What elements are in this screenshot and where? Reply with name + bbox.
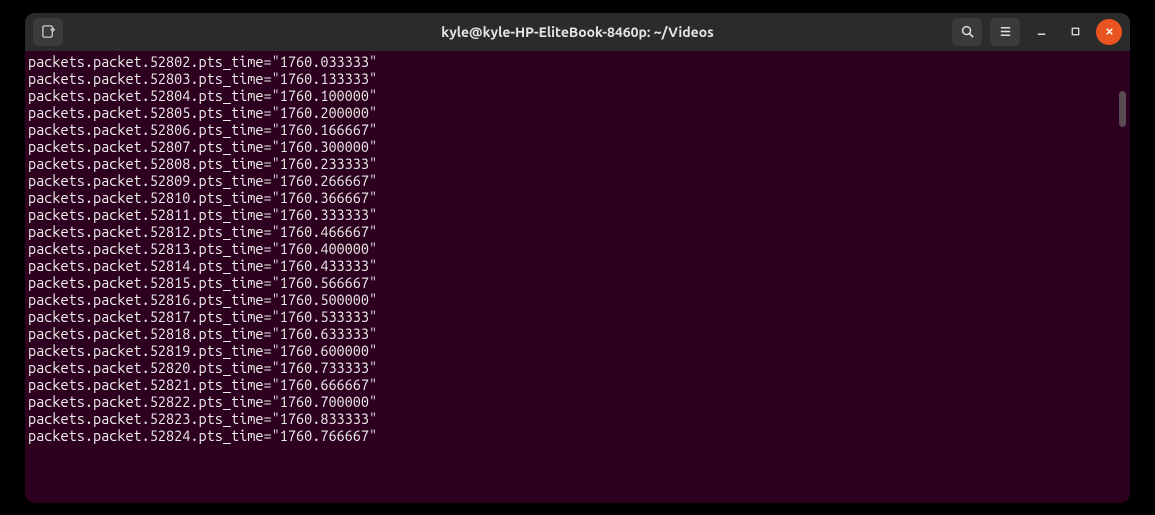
- terminal-line: packets.packet.52821.pts_time="1760.6666…: [28, 376, 1130, 393]
- terminal-line: packets.packet.52810.pts_time="1760.3666…: [28, 189, 1130, 206]
- menu-button[interactable]: [990, 18, 1020, 46]
- terminal-line: packets.packet.52824.pts_time="1760.7666…: [28, 427, 1130, 444]
- terminal-line: packets.packet.52823.pts_time="1760.8333…: [28, 410, 1130, 427]
- search-button[interactable]: [952, 18, 982, 46]
- terminal-line: packets.packet.52819.pts_time="1760.6000…: [28, 342, 1130, 359]
- close-icon: [1104, 26, 1115, 37]
- new-tab-button[interactable]: [33, 18, 63, 46]
- terminal-line: packets.packet.52811.pts_time="1760.3333…: [28, 206, 1130, 223]
- titlebar: kyle@kyle-HP-EliteBook-8460p: ~/Videos: [25, 13, 1130, 51]
- terminal-line: packets.packet.52804.pts_time="1760.1000…: [28, 87, 1130, 104]
- minimize-button[interactable]: [1028, 19, 1054, 45]
- terminal-line: packets.packet.52806.pts_time="1760.1666…: [28, 121, 1130, 138]
- titlebar-left: [33, 18, 63, 46]
- terminal-output: packets.packet.52802.pts_time="1760.0333…: [28, 53, 1130, 444]
- maximize-icon: [1070, 26, 1081, 37]
- terminal-line: packets.packet.52802.pts_time="1760.0333…: [28, 53, 1130, 70]
- terminal-line: packets.packet.52818.pts_time="1760.6333…: [28, 325, 1130, 342]
- terminal-line: packets.packet.52816.pts_time="1760.5000…: [28, 291, 1130, 308]
- new-tab-icon: [41, 24, 56, 39]
- terminal-line: packets.packet.52813.pts_time="1760.4000…: [28, 240, 1130, 257]
- terminal-line: packets.packet.52803.pts_time="1760.1333…: [28, 70, 1130, 87]
- hamburger-icon: [998, 24, 1013, 39]
- close-button[interactable]: [1096, 19, 1122, 45]
- terminal-line: packets.packet.52817.pts_time="1760.5333…: [28, 308, 1130, 325]
- terminal-line: packets.packet.52807.pts_time="1760.3000…: [28, 138, 1130, 155]
- search-icon: [960, 24, 975, 39]
- terminal-line: packets.packet.52812.pts_time="1760.4666…: [28, 223, 1130, 240]
- terminal-body[interactable]: packets.packet.52802.pts_time="1760.0333…: [25, 51, 1130, 503]
- minimize-icon: [1036, 26, 1047, 37]
- terminal-window: kyle@kyle-HP-EliteBook-8460p: ~/Videos: [25, 13, 1130, 503]
- terminal-line: packets.packet.52820.pts_time="1760.7333…: [28, 359, 1130, 376]
- terminal-line: packets.packet.52815.pts_time="1760.5666…: [28, 274, 1130, 291]
- terminal-line: packets.packet.52822.pts_time="1760.7000…: [28, 393, 1130, 410]
- terminal-line: packets.packet.52805.pts_time="1760.2000…: [28, 104, 1130, 121]
- maximize-button[interactable]: [1062, 19, 1088, 45]
- terminal-line: packets.packet.52814.pts_time="1760.4333…: [28, 257, 1130, 274]
- titlebar-right: [952, 18, 1122, 46]
- terminal-line: packets.packet.52808.pts_time="1760.2333…: [28, 155, 1130, 172]
- terminal-line: packets.packet.52809.pts_time="1760.2666…: [28, 172, 1130, 189]
- scrollbar-thumb[interactable]: [1119, 91, 1126, 127]
